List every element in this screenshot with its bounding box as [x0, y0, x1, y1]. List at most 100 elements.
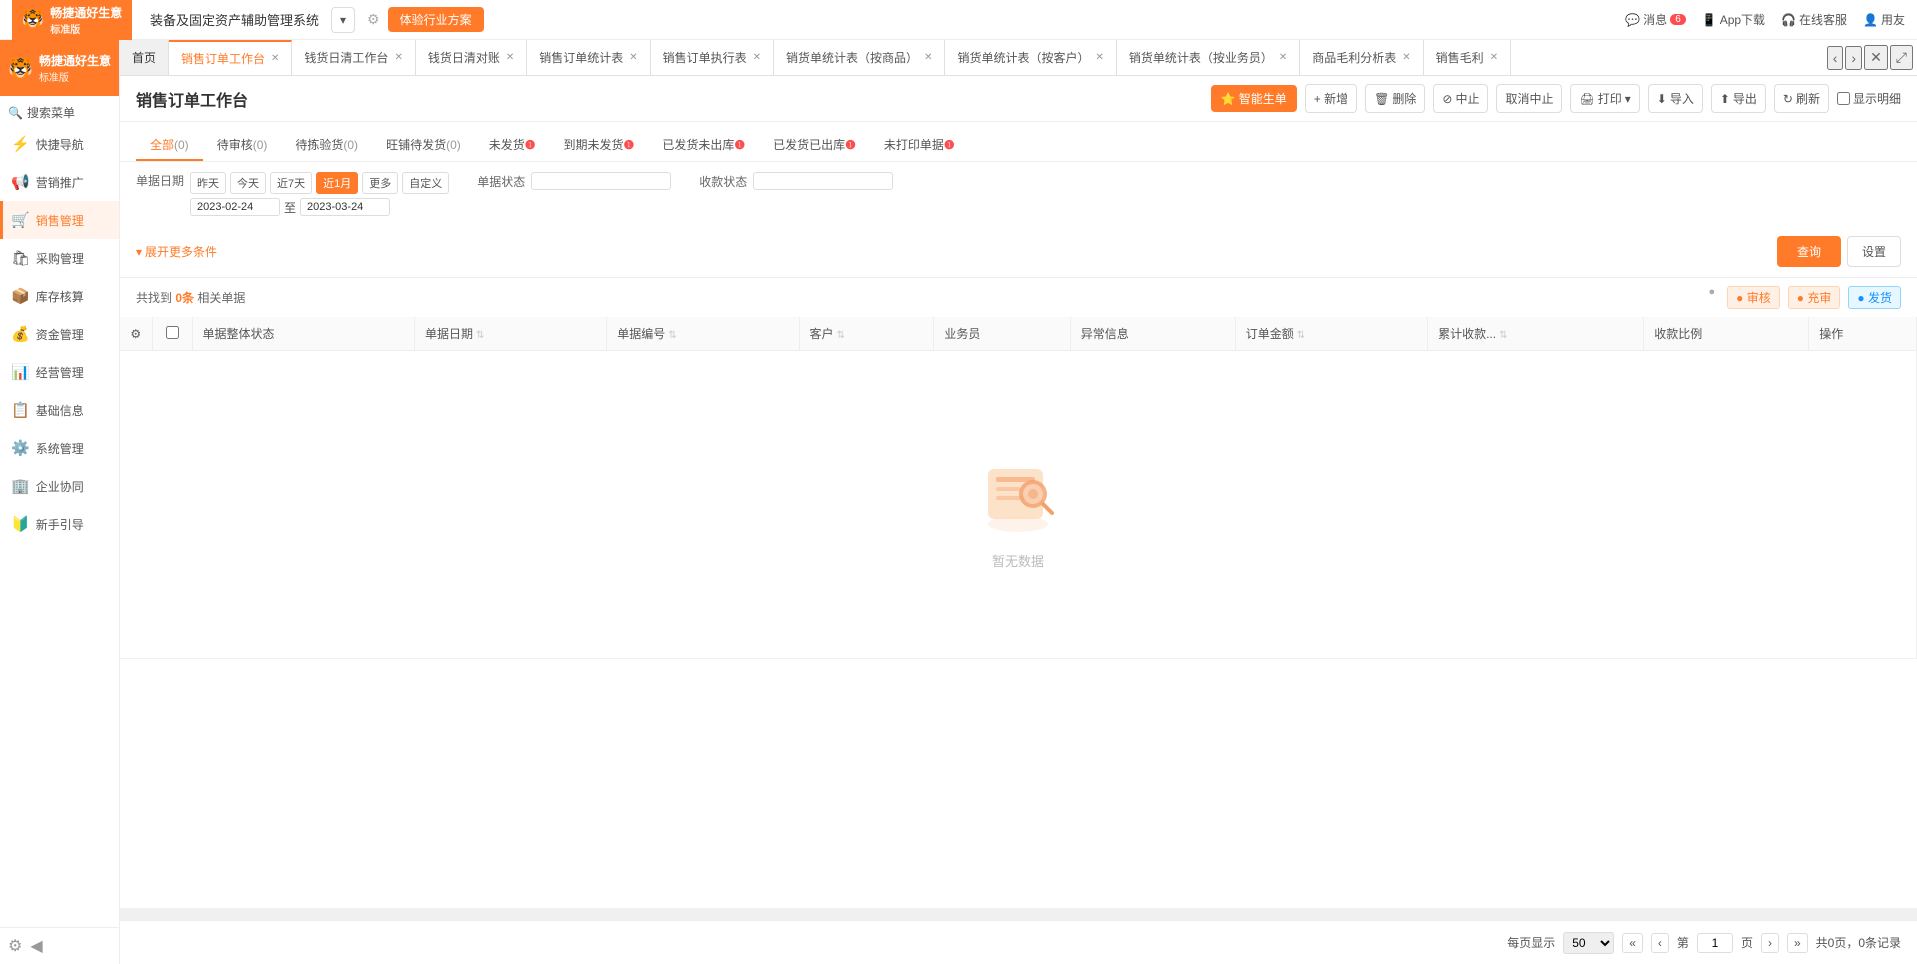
next-page-btn[interactable]: › [1761, 933, 1779, 953]
sidebar-item-quick-nav[interactable]: ⚡ 快捷导航 [0, 125, 119, 163]
show-detail-input[interactable] [1837, 92, 1850, 105]
tab-close-stats[interactable]: ✕ [629, 52, 637, 63]
last-page-btn[interactable]: » [1787, 933, 1808, 953]
empty-state: 暂无数据 [130, 359, 1906, 650]
per-page-select[interactable]: 20 50 100 [1563, 932, 1614, 954]
filter-tab-pending-check[interactable]: 待拣验货(0) [281, 130, 372, 161]
tab-close-all[interactable]: ✕ [1864, 45, 1888, 70]
app-download-btn[interactable]: 📱 App下载 [1702, 11, 1765, 28]
tab-salesman-stats[interactable]: 销货单统计表（按业务员） ✕ [1117, 40, 1300, 76]
sidebar-item-inventory[interactable]: 📦 库存核算 [0, 277, 119, 315]
prev-page-btn[interactable]: ‹ [1651, 933, 1669, 953]
date-to-input[interactable] [300, 198, 390, 216]
th-collected[interactable]: 累计收款...⇅ [1428, 317, 1644, 351]
tab-scroll-right[interactable]: › [1845, 46, 1862, 70]
th-anomaly: 异常信息 [1070, 317, 1235, 351]
show-detail-checkbox[interactable]: 显示明细 [1837, 90, 1901, 107]
tab-reconcile[interactable]: 钱货日清对账 ✕ [416, 40, 527, 76]
import-btn[interactable]: ⬇ 导入 [1648, 84, 1703, 113]
tab-goods-stats[interactable]: 销货单统计表（按商品） ✕ [774, 40, 945, 76]
stop-btn[interactable]: ⊘ 中止 [1433, 84, 1488, 113]
tab-scroll-left[interactable]: ‹ [1827, 46, 1844, 70]
expand-more-btn[interactable]: ▾ 展开更多条件 [136, 243, 217, 260]
tab-close-exec[interactable]: ✕ [753, 52, 761, 63]
filter-tab-all[interactable]: 全部(0) [136, 130, 203, 161]
select-all-checkbox[interactable] [166, 326, 179, 339]
sidebar-item-marketing[interactable]: 📢 营销推广 [0, 163, 119, 201]
filter-tab-overdue-unshipped[interactable]: 到期未发货❶ [550, 130, 649, 161]
collapse-icon[interactable]: ◀ [30, 936, 42, 956]
tab-maximize[interactable]: ⤢ [1890, 45, 1913, 70]
message-btn[interactable]: 💬 消息 6 [1625, 11, 1686, 28]
tab-close-gross[interactable]: ✕ [1402, 52, 1410, 63]
tab-close-reconcile[interactable]: ✕ [506, 52, 514, 63]
tab-daily-clear[interactable]: 钱货日清工作台 ✕ [292, 40, 415, 76]
export-btn[interactable]: ⬆ 导出 [1711, 84, 1766, 113]
status-select[interactable] [531, 172, 671, 190]
tab-sales-stats[interactable]: 销售订单统计表 ✕ [527, 40, 650, 76]
date-btn-yesterday[interactable]: 昨天 [190, 172, 226, 194]
print-dropdown-icon: ▾ [1625, 92, 1631, 106]
date-btn-custom[interactable]: 自定义 [402, 172, 449, 194]
h-scrollbar[interactable] [120, 908, 1917, 920]
tab-sales-exec[interactable]: 销售订单执行表 ✕ [651, 40, 774, 76]
sidebar-item-sales[interactable]: 🛒 销售管理 [0, 201, 119, 239]
date-btn-more[interactable]: 更多 [362, 172, 398, 194]
tab-close-daily[interactable]: ✕ [394, 52, 402, 63]
th-amount[interactable]: 订单金额⇅ [1235, 317, 1427, 351]
sidebar-item-purchase[interactable]: 🛍 采购管理 [0, 239, 119, 277]
tab-close-sales-gross[interactable]: ✕ [1490, 52, 1498, 63]
filter-tab-pending-review[interactable]: 待审核(0) [203, 130, 282, 161]
tab-home[interactable]: 首页 [120, 40, 169, 76]
page-input[interactable] [1697, 933, 1733, 953]
filter-tab-unshipped[interactable]: 未发货❶ [475, 130, 550, 161]
filter-tab-shipped-not-out[interactable]: 已发货未出库❶ [648, 130, 759, 161]
th-number[interactable]: 单据编号⇅ [607, 317, 799, 351]
tab-customer-stats[interactable]: 销货单统计表（按客户） ✕ [945, 40, 1116, 76]
th-customer[interactable]: 客户⇅ [799, 317, 934, 351]
sidebar-item-basic[interactable]: 📋 基础信息 [0, 391, 119, 429]
date-btn-1month[interactable]: 近1月 [316, 172, 358, 194]
sidebar-item-system[interactable]: ⚙️ 系统管理 [0, 429, 119, 467]
refresh-btn[interactable]: ↻ 刷新 [1774, 84, 1829, 113]
industry-btn[interactable]: 体验行业方案 [388, 7, 484, 32]
date-btn-7days[interactable]: 近7天 [270, 172, 312, 194]
cancel-stop-btn[interactable]: 取消中止 [1496, 84, 1562, 113]
th-date[interactable]: 单据日期⇅ [414, 317, 606, 351]
query-btn[interactable]: 查询 [1777, 236, 1841, 267]
delete-btn[interactable]: 🗑 删除 [1365, 84, 1425, 113]
add-btn[interactable]: + 新增 [1305, 84, 1357, 113]
smart-generate-btn[interactable]: ⭐ 智能生单 [1211, 85, 1297, 112]
first-page-btn[interactable]: « [1622, 933, 1643, 953]
settings-icon[interactable]: ⚙ [367, 11, 380, 28]
tab-gross-profit[interactable]: 商品毛利分析表 ✕ [1300, 40, 1423, 76]
filter-tab-unprinted[interactable]: 未打印单据❶ [870, 130, 969, 161]
filter-tab-shipped-out[interactable]: 已发货已出库❶ [759, 130, 870, 161]
sidebar-item-newbie[interactable]: 🔰 新手引导 [0, 505, 119, 543]
setting-btn[interactable]: 设置 [1847, 236, 1901, 267]
tab-sales-workbench[interactable]: 销售订单工作台 ✕ [169, 40, 292, 76]
sidebar-search[interactable]: 🔍 搜索菜单 [0, 96, 119, 125]
th-checkbox[interactable] [152, 317, 192, 351]
payment-select[interactable] [753, 172, 893, 190]
tab-close-sales[interactable]: ✕ [271, 53, 279, 64]
tab-close-goods[interactable]: ✕ [924, 52, 932, 63]
review-btn[interactable]: ● 审核 [1727, 286, 1780, 309]
filter-tab-wangpu-ship[interactable]: 旺铺待发货(0) [372, 130, 475, 161]
user-btn[interactable]: 👤 用友 [1863, 11, 1905, 28]
tab-close-customer[interactable]: ✕ [1095, 52, 1103, 63]
sidebar-item-operation[interactable]: 📊 经营管理 [0, 353, 119, 391]
dropdown-btn[interactable]: ▾ [331, 7, 355, 33]
th-settings[interactable]: ⚙ [120, 317, 152, 351]
tab-sales-gross[interactable]: 销售毛利 ✕ [1424, 40, 1511, 76]
date-btn-today[interactable]: 今天 [230, 172, 266, 194]
settings-gear-icon[interactable]: ⚙ [8, 936, 22, 956]
date-from-input[interactable] [190, 198, 280, 216]
online-service-btn[interactable]: 🎧 在线客服 [1781, 11, 1847, 28]
sidebar-item-enterprise[interactable]: 🏢 企业协同 [0, 467, 119, 505]
ship-btn[interactable]: ● 发货 [1848, 286, 1901, 309]
tab-close-salesman[interactable]: ✕ [1279, 52, 1287, 63]
print-btn[interactable]: 🖨 打印 ▾ [1570, 84, 1639, 113]
sidebar-item-capital[interactable]: 💰 资金管理 [0, 315, 119, 353]
unreview-btn[interactable]: ● 充审 [1788, 286, 1841, 309]
